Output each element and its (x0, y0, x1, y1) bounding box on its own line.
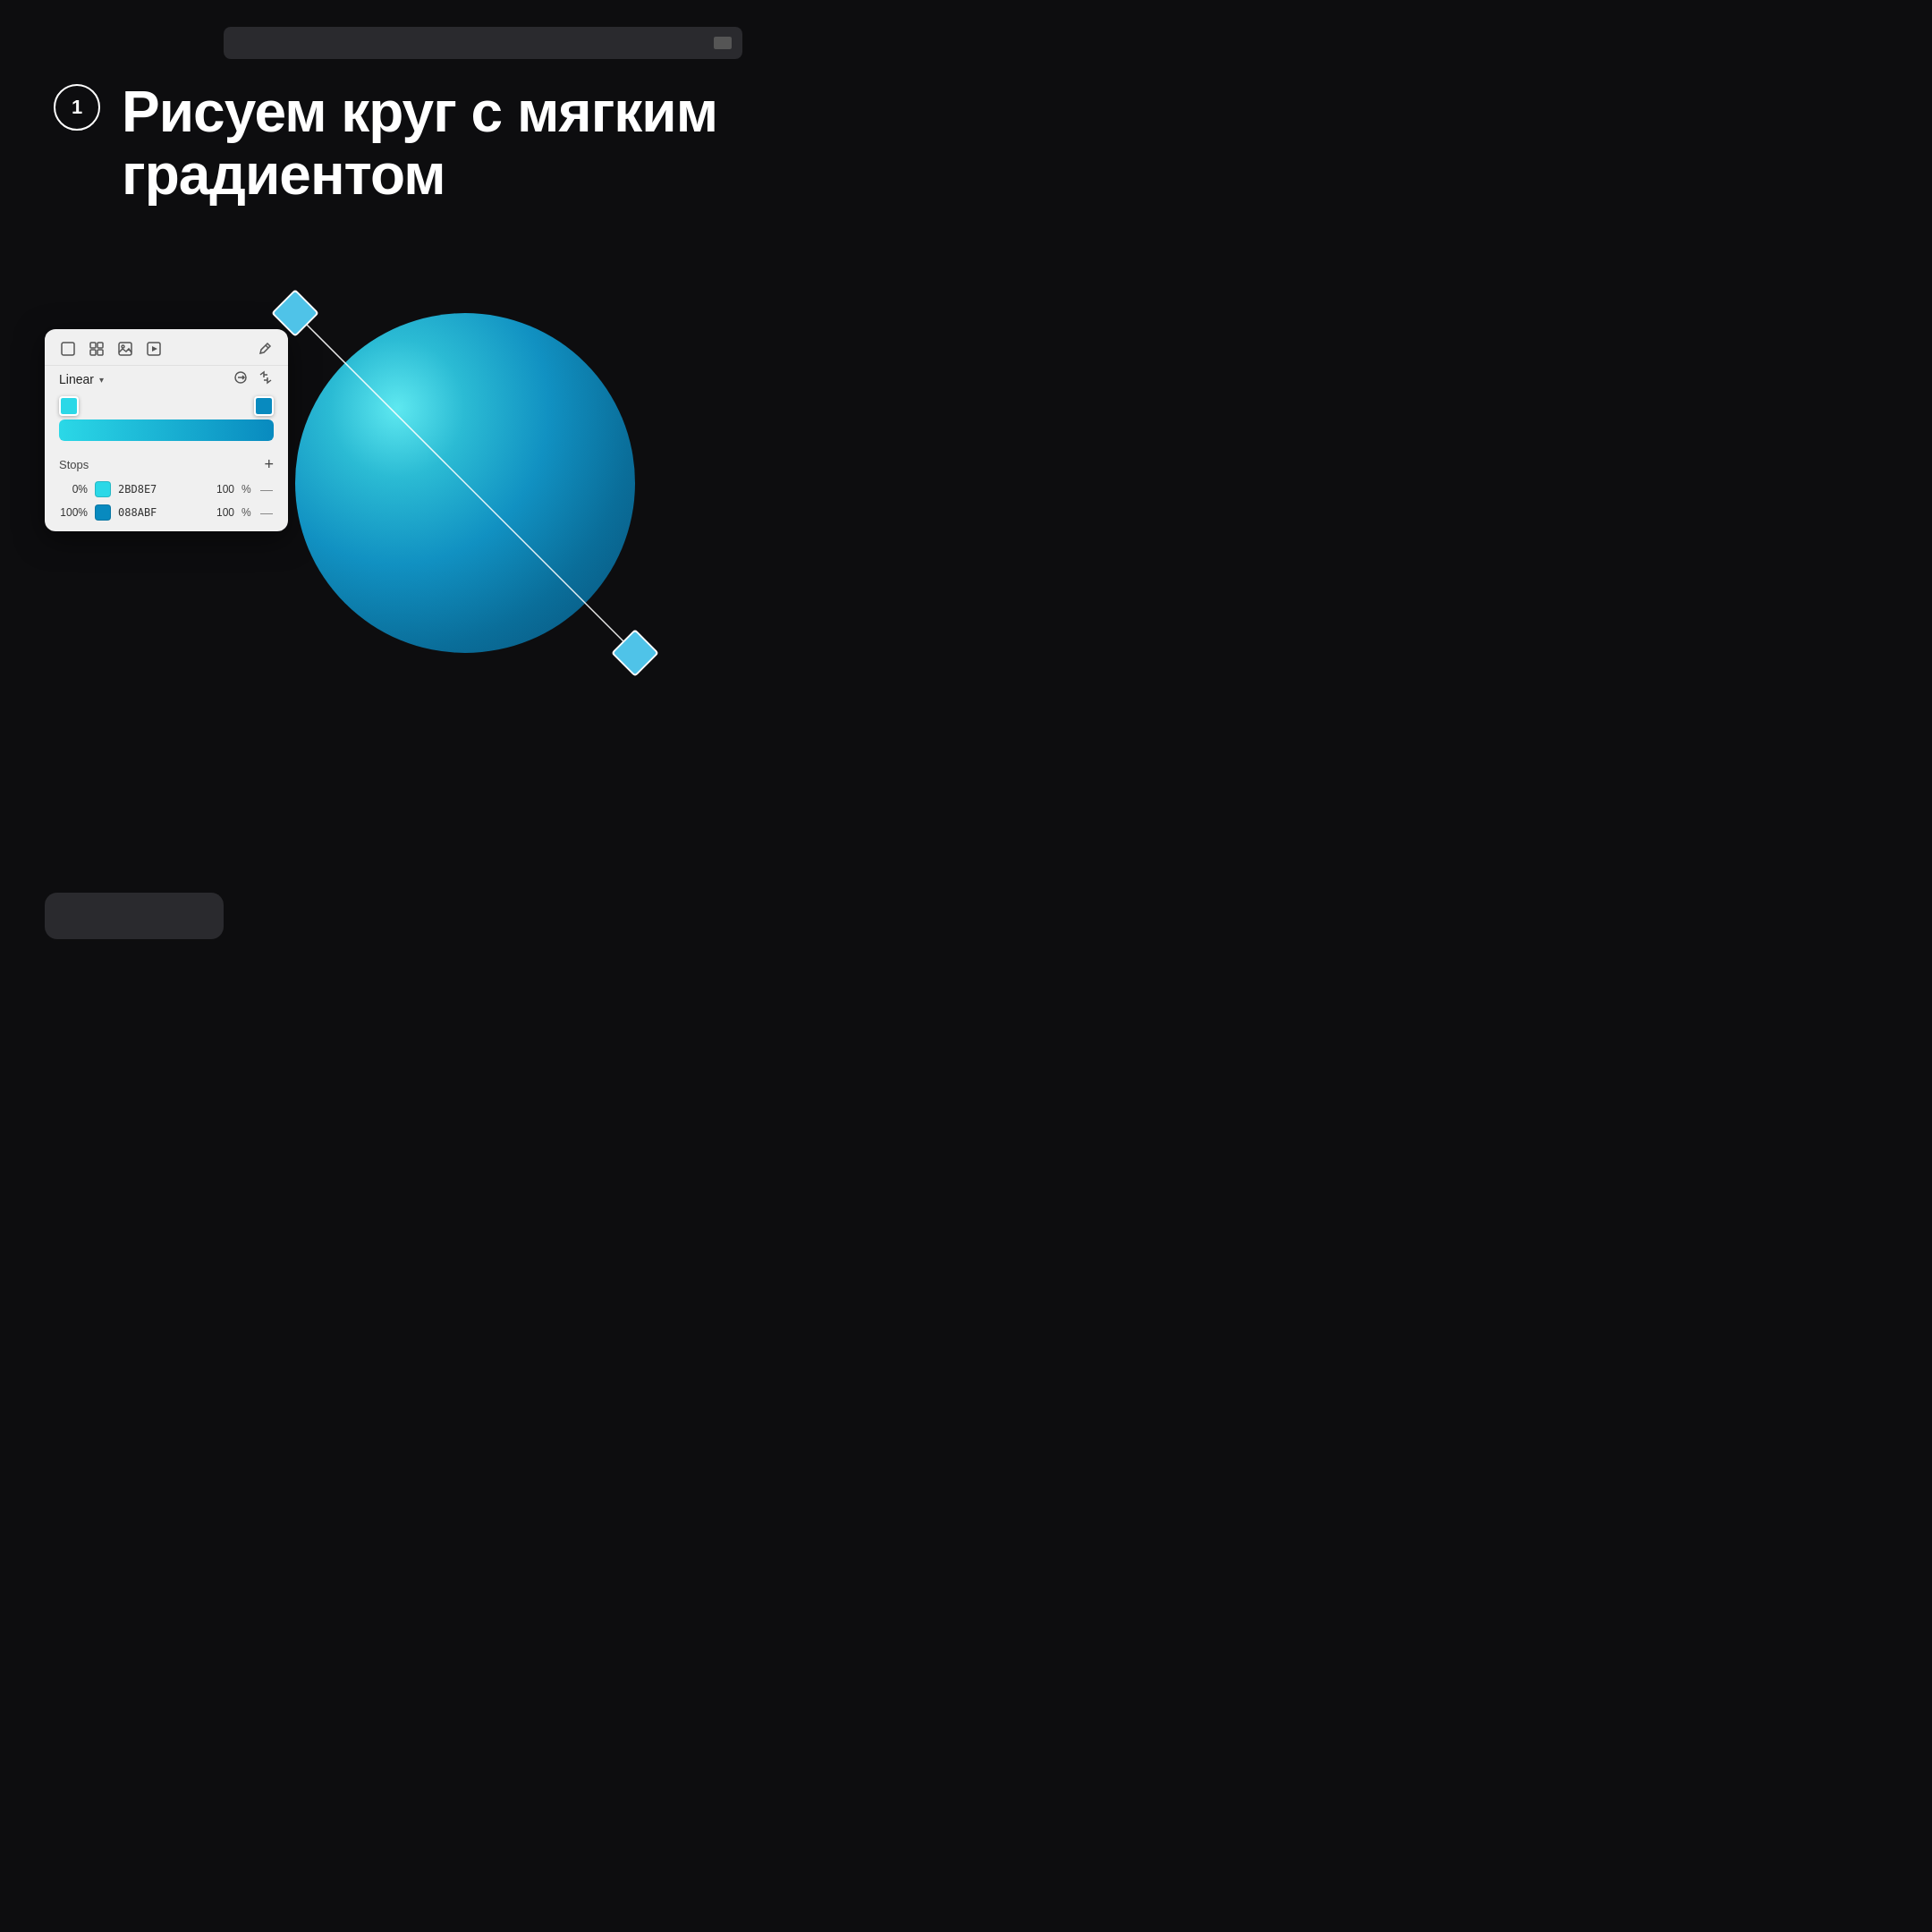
svg-line-9 (266, 345, 268, 348)
stop-1-percent: % (242, 506, 252, 519)
stop-1-hex: 088ABF (118, 506, 206, 519)
square-icon[interactable] (59, 340, 77, 358)
stop-0-position: 0% (59, 483, 88, 496)
svg-rect-0 (62, 343, 74, 355)
stop-0-opacity: 100 (213, 483, 234, 496)
swap-colors-icon[interactable] (233, 369, 249, 389)
gradient-panel: Linear ▾ (45, 329, 288, 531)
panel-icons-row (45, 329, 288, 365)
gradient-type-label: Linear (59, 372, 94, 386)
stop-1-remove-icon[interactable]: — (259, 505, 274, 520)
image-icon[interactable] (116, 340, 134, 358)
stop-0-hex: 2BD8E7 (118, 483, 206, 496)
panel-tools-right (233, 369, 274, 389)
stop-row-1: 100% 088ABF 100 % — (45, 501, 288, 524)
gradient-type-dropdown[interactable]: Linear ▾ (59, 372, 104, 386)
panel-icons-left (59, 340, 163, 358)
stop-1-position: 100% (59, 506, 88, 519)
color-stop-handles (59, 396, 274, 416)
gradient-bar[interactable] (59, 419, 274, 441)
top-bar (224, 27, 742, 59)
bottom-nav (45, 893, 224, 939)
stop-0-swatch[interactable] (95, 481, 111, 497)
stop-1-swatch[interactable] (95, 504, 111, 521)
svg-point-6 (122, 345, 124, 348)
svg-rect-4 (97, 350, 103, 355)
step-header: 1 Рисуем круг с мягким градиентом (54, 80, 717, 207)
reverse-gradient-icon[interactable] (258, 369, 274, 389)
step-number: 1 (54, 84, 100, 131)
stop-0-remove-icon[interactable]: — (259, 482, 274, 496)
grid-icon[interactable] (88, 340, 106, 358)
gradient-circle (295, 313, 635, 653)
circle-container (295, 313, 635, 653)
video-icon[interactable] (145, 340, 163, 358)
panel-dropdown-row: Linear ▾ (45, 366, 288, 396)
svg-rect-3 (90, 350, 96, 355)
color-stop-handle-start[interactable] (59, 396, 79, 416)
step-title: Рисуем круг с мягким градиентом (122, 80, 717, 207)
stop-0-percent: % (242, 483, 252, 496)
stops-label: Stops (59, 458, 89, 471)
color-stops-area (45, 396, 288, 448)
dropper-icon[interactable] (256, 340, 274, 358)
stop-1-opacity: 100 (213, 506, 234, 519)
stops-header: Stops + (45, 448, 288, 478)
color-stop-handle-end[interactable] (254, 396, 274, 416)
svg-rect-15 (613, 631, 658, 676)
svg-rect-2 (97, 343, 103, 348)
svg-marker-8 (152, 346, 157, 352)
svg-rect-1 (90, 343, 96, 348)
top-bar-flag (714, 37, 732, 49)
chevron-down-icon: ▾ (99, 375, 104, 385)
stop-row-0: 0% 2BD8E7 100 % — (45, 478, 288, 501)
add-stop-button[interactable]: + (264, 455, 274, 474)
